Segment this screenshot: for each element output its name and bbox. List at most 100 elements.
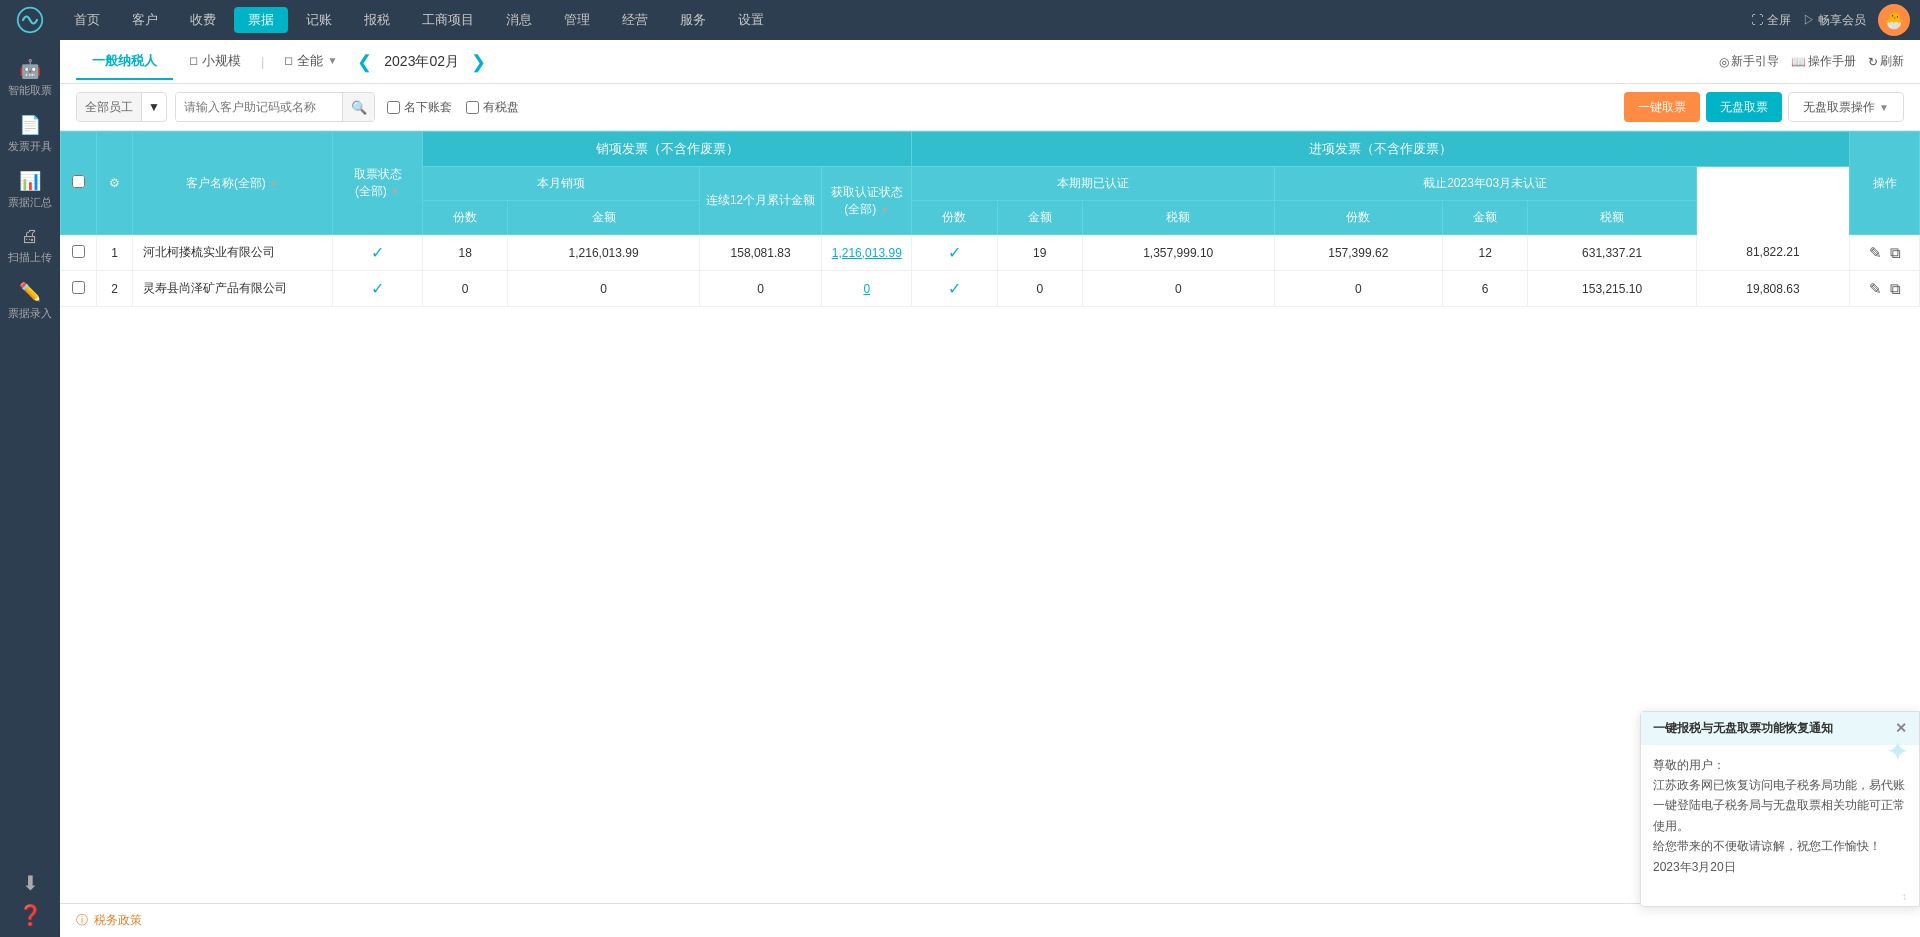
user-avatar[interactable]: 🐣 (1878, 4, 1910, 36)
search-box[interactable]: 🔍 (175, 92, 375, 122)
ops-dropdown-icon: ▼ (1879, 102, 1889, 113)
ticket-status-filter-icon[interactable]: ▼ (390, 186, 400, 197)
row-cert-status: ✓ (912, 271, 997, 307)
checkbox-has-disk-input[interactable] (466, 101, 479, 114)
checkbox-own-accounts-input[interactable] (387, 101, 400, 114)
row-cumulative[interactable]: 0 (822, 271, 912, 307)
sidebar-item-ticket-summary[interactable]: 📊 票据汇总 (0, 162, 60, 218)
nav-client[interactable]: 客户 (118, 7, 172, 33)
no-disk-ticket-btn[interactable]: 无盘取票 (1706, 92, 1782, 122)
nav-fee[interactable]: 收费 (176, 7, 230, 33)
edit-icon[interactable]: ✎ (1869, 244, 1882, 262)
th-sales-group: 销项发票（不含作废票） (423, 132, 912, 167)
tax-policy-link[interactable]: 税务政策 (94, 912, 142, 929)
row-customer-name: 河北柯搂梳实业有限公司 (133, 235, 333, 271)
row-purchase-cert-count: 19 (997, 235, 1082, 271)
checkbox-has-disk[interactable]: 有税盘 (466, 99, 519, 116)
row-purchase-uncert-amount: 631,337.21 (1528, 235, 1697, 271)
nav-operation[interactable]: 经营 (608, 7, 662, 33)
search-input[interactable] (176, 93, 342, 121)
edit-icon[interactable]: ✎ (1869, 280, 1882, 298)
notification-popup: 一键报税与无盘取票功能恢复通知 ✕ ✦ 尊敬的用户：江苏政务网已恢复访问电子税务… (1640, 711, 1920, 907)
copy-icon[interactable]: ⧉ (1890, 244, 1901, 262)
row-purchase-uncert-tax: 81,822.21 (1696, 235, 1849, 271)
fullscreen-btn[interactable]: ⛶ 全屏 (1751, 12, 1790, 29)
sidebar-item-smart-ticket[interactable]: 🤖 智能取票 (0, 50, 60, 106)
th-purchase-uncert-amount: 金额 (1443, 201, 1528, 235)
nav-settings[interactable]: 设置 (724, 7, 778, 33)
row-purchase-uncert-count: 6 (1443, 271, 1528, 307)
customer-filter-icon[interactable]: ▼ (269, 178, 279, 189)
small-scale-icon: ◻ (189, 54, 198, 67)
checkbox-group: 名下账套 有税盘 (387, 99, 519, 116)
row-purchase-cert-tax: 0 (1274, 271, 1443, 307)
one-click-ticket-btn[interactable]: 一键取票 (1624, 92, 1700, 122)
sidebar-label-ticket-entry: 票据录入 (8, 306, 52, 321)
table-row: 1 河北柯搂梳实业有限公司 ✓ 18 1,216,013.99 158,081.… (61, 235, 1920, 271)
sidebar-item-invoice-open[interactable]: 📄 发票开具 (0, 106, 60, 162)
th-purchase-uncert-tax: 税额 (1528, 201, 1697, 235)
tab-all[interactable]: ◻ 全能 ▼ (268, 44, 353, 80)
notif-close-btn[interactable]: ✕ (1895, 720, 1907, 736)
th-sales-count: 份数 (423, 201, 508, 235)
download-icon[interactable]: ⬇ (22, 871, 39, 895)
member-btn[interactable]: ▷ 畅享会员 (1803, 12, 1866, 29)
table-body: 1 河北柯搂梳实业有限公司 ✓ 18 1,216,013.99 158,081.… (61, 235, 1920, 307)
nav-invoice[interactable]: 票据 (234, 7, 288, 33)
row-purchase-uncert-amount: 153,215.10 (1528, 271, 1697, 307)
employee-filter[interactable]: 全部员工 ▼ (76, 92, 167, 122)
next-month-btn[interactable]: ❯ (467, 49, 490, 75)
row-actions: ✎ ⧉ (1850, 271, 1920, 307)
row-checkbox[interactable] (61, 235, 97, 271)
manual-btn[interactable]: 📖 操作手册 (1791, 53, 1856, 70)
new-user-guide-btn[interactable]: ◎ 新手引导 (1719, 53, 1779, 70)
row-checkbox-input[interactable] (72, 245, 85, 258)
cert-status-filter-icon[interactable]: ▼ (879, 204, 889, 215)
select-all-checkbox[interactable] (72, 175, 85, 188)
top-nav: 首页 客户 收费 票据 记账 报税 工商项目 消息 管理 经营 服务 设置 ⛶ … (0, 0, 1920, 40)
th-uncertified: 截止2023年03月未认证 (1274, 167, 1696, 201)
sidebar-label-invoice-open: 发票开具 (8, 139, 52, 154)
th-purchase-cert-tax: 税额 (1082, 201, 1274, 235)
sidebar-item-ticket-entry[interactable]: ✏️ 票据录入 (0, 273, 60, 329)
notif-title: 一键报税与无盘取票功能恢复通知 (1653, 720, 1833, 737)
no-disk-ops-btn[interactable]: 无盘取票操作 ▼ (1788, 92, 1904, 122)
cert-status-icon: ✓ (948, 280, 961, 297)
logo-icon[interactable] (10, 0, 50, 40)
th-purchase-cert-amount: 金额 (997, 201, 1082, 235)
row-checkbox[interactable] (61, 271, 97, 307)
copy-icon[interactable]: ⧉ (1890, 280, 1901, 298)
row-sales-tax: 158,081.83 (699, 235, 821, 271)
row-checkbox-input[interactable] (72, 281, 85, 294)
notif-body: 尊敬的用户：江苏政务网已恢复访问电子税务局功能，易代账一键登陆电子税务局与无盘取… (1641, 745, 1919, 887)
nav-tax[interactable]: 报税 (350, 7, 404, 33)
nav-message[interactable]: 消息 (492, 7, 546, 33)
action-buttons: 一键取票 无盘取票 无盘取票操作 ▼ (1624, 92, 1904, 122)
footer-bar: ⓘ 税务政策 (60, 903, 1920, 937)
th-sales-amount: 金额 (508, 201, 700, 235)
prev-month-btn[interactable]: ❮ (353, 49, 376, 75)
row-cumulative[interactable]: 1,216,013.99 (822, 235, 912, 271)
refresh-btn[interactable]: ↻ 刷新 (1868, 53, 1904, 70)
sidebar-item-scan-upload[interactable]: 🖨 扫描上传 (0, 218, 60, 273)
nav-manage[interactable]: 管理 (550, 7, 604, 33)
ticket-summary-icon: 📊 (19, 170, 41, 192)
row-purchase-uncert-tax: 19,808.63 (1696, 271, 1849, 307)
search-button[interactable]: 🔍 (342, 93, 375, 121)
tab-general-taxpayer[interactable]: 一般纳税人 (76, 44, 173, 80)
date-navigation: ❮ 2023年02月 ❯ (353, 49, 490, 75)
nav-right: ⛶ 全屏 ▷ 畅享会员 🐣 (1751, 4, 1910, 36)
sidebar-label-ticket-summary: 票据汇总 (8, 195, 52, 210)
tab-small-scale[interactable]: ◻ 小规模 (173, 44, 257, 80)
th-period-certified: 本期期已认证 (912, 167, 1274, 201)
table-row: 2 灵寿县尚泽矿产品有限公司 ✓ 0 0 0 0 ✓ 0 0 0 6 153,2… (61, 271, 1920, 307)
nav-service[interactable]: 服务 (666, 7, 720, 33)
checkbox-own-accounts[interactable]: 名下账套 (387, 99, 452, 116)
nav-business[interactable]: 工商项目 (408, 7, 488, 33)
sidebar-label-scan-upload: 扫描上传 (8, 250, 52, 265)
nav-home[interactable]: 首页 (60, 7, 114, 33)
employee-filter-value[interactable]: ▼ (142, 93, 166, 121)
sub-tabs-bar: 一般纳税人 ◻ 小规模 | ◻ 全能 ▼ ❮ 2023年02月 ❯ ◎ 新手引导… (60, 40, 1920, 84)
help-icon[interactable]: ❓ (18, 903, 43, 927)
nav-bookkeep[interactable]: 记账 (292, 7, 346, 33)
